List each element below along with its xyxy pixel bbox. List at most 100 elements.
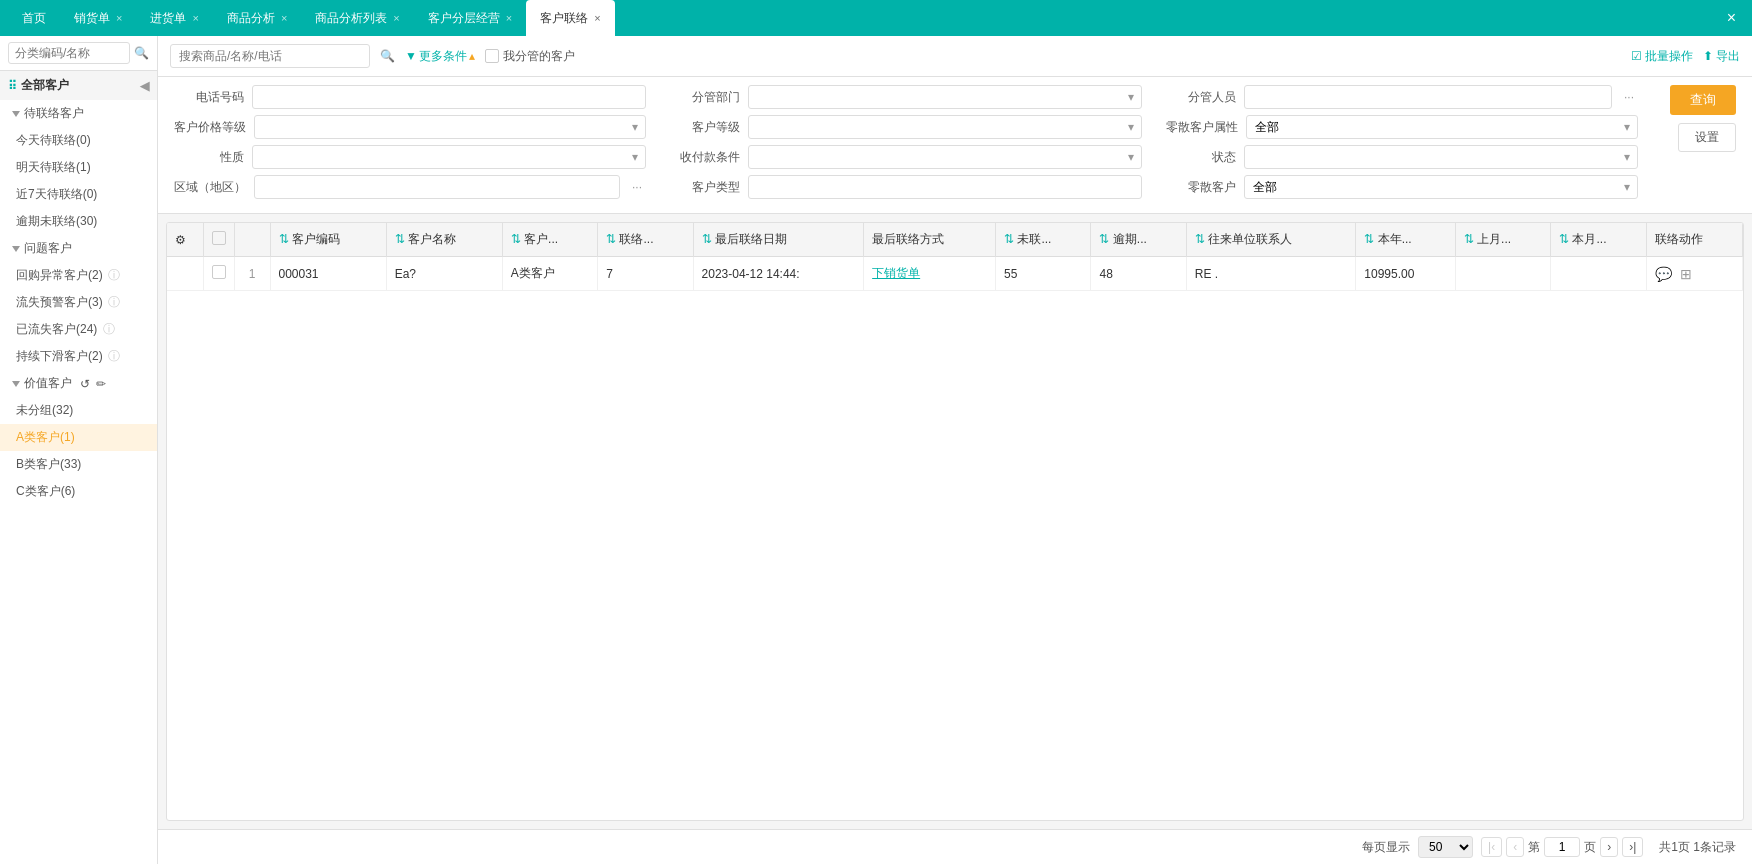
header-checkbox[interactable] [212, 231, 226, 245]
sidebar-repurchase-abnormal[interactable]: 回购异常客户(2) ⓘ [0, 262, 157, 289]
dept-select[interactable] [748, 85, 1142, 109]
filter-search-icon[interactable]: 🔍 [380, 49, 395, 63]
nav-tab-analysis[interactable]: 商品分析 × [213, 0, 301, 36]
row-checkbox-cell[interactable] [203, 257, 234, 291]
collapse-icon: ◀ [140, 79, 149, 93]
query-button[interactable]: 查询 [1670, 85, 1736, 115]
row-level-cell: A类客户 [502, 257, 597, 291]
sidebar-b-class[interactable]: B类客户(33) [0, 451, 157, 478]
nature-select[interactable] [252, 145, 646, 169]
page-input[interactable] [1544, 837, 1580, 857]
nav-tab-customer-tier[interactable]: 客户分层经营 × [414, 0, 526, 36]
name-col-header[interactable]: ⇅ 客户名称 [386, 223, 502, 257]
checkbox-col-header[interactable] [203, 223, 234, 257]
payment-select[interactable] [748, 145, 1142, 169]
nav-tab-home[interactable]: 首页 [8, 0, 60, 36]
phone-input[interactable] [252, 85, 646, 109]
export-icon: ⬆ [1703, 49, 1713, 63]
nav-tab-purchase[interactable]: 进货单 × [136, 0, 212, 36]
my-customers-check[interactable] [485, 49, 499, 63]
gear-col-header[interactable]: ⚙ [167, 223, 203, 257]
table-body: 1 000031 Ea? A类客户 7 [167, 257, 1743, 291]
batch-ops-btn[interactable]: ☑ 批量操作 [1631, 48, 1693, 65]
sidebar-declining[interactable]: 持续下滑客户(2) ⓘ [0, 343, 157, 370]
row-num-cell: 1 [234, 257, 270, 291]
close-customer-tier-tab[interactable]: × [506, 12, 512, 24]
this-month-col-header[interactable]: ⇅ 本月... [1551, 223, 1646, 257]
page-size-select[interactable]: 50 100 200 [1418, 836, 1473, 858]
region-input[interactable] [254, 175, 620, 199]
this-year-col-header[interactable]: ⇅ 本年... [1356, 223, 1455, 257]
sidebar-ungrouped[interactable]: 未分组(32) [0, 397, 157, 424]
code-col-header[interactable]: ⇅ 客户编码 [270, 223, 386, 257]
value-edit-icon[interactable]: ✏ [96, 377, 106, 391]
close-customer-contact-tab[interactable]: × [594, 12, 600, 24]
row-last-contact-method-cell[interactable]: 下销货单 [864, 257, 996, 291]
row-name-cell[interactable]: Ea? [386, 257, 502, 291]
sidebar-problem-customers-group[interactable]: 问题客户 [0, 235, 157, 262]
sort-icon-not: ⇅ [1004, 232, 1014, 246]
chat-icon[interactable]: 💬 [1655, 266, 1672, 282]
close-purchase-tab[interactable]: × [192, 12, 198, 24]
not-contact-col-header[interactable]: ⇅ 未联... [996, 223, 1091, 257]
level-col-header[interactable]: ⇅ 客户... [502, 223, 597, 257]
sort-icon-cp: ⇅ [1195, 232, 1205, 246]
nav-tab-customer-contact[interactable]: 客户联络 × [526, 0, 614, 36]
sidebar-all-customers[interactable]: ⠿ 全部客户 ◀ [0, 71, 157, 100]
prev-page-button[interactable]: ‹ [1506, 837, 1524, 857]
row-code-cell[interactable]: 000031 [270, 257, 386, 291]
last-page-button[interactable]: ›| [1622, 837, 1643, 857]
scatter-attr-field: 零散客户属性 全部 [1166, 115, 1638, 139]
region-dots[interactable]: ··· [628, 180, 646, 194]
sidebar-value-customers-group[interactable]: 价值客户 ↺ ✏ [0, 370, 157, 397]
close-analysis-list-tab[interactable]: × [393, 12, 399, 24]
last-month-col-header[interactable]: ⇅ 上月... [1455, 223, 1550, 257]
close-sales-tab[interactable]: × [116, 12, 122, 24]
setting-button[interactable]: 设置 [1678, 123, 1736, 152]
phone-label: 电话号码 [174, 89, 244, 106]
sidebar-c-class[interactable]: C类客户(6) [0, 478, 157, 505]
sidebar-overdue-pending[interactable]: 逾期未联络(30) [0, 208, 157, 235]
more-conditions-btn[interactable]: ▼ 更多条件 ▴ [405, 48, 475, 65]
person-dots[interactable]: ··· [1620, 90, 1638, 104]
sidebar-7days-pending[interactable]: 近7天待联络(0) [0, 181, 157, 208]
export-btn[interactable]: ⬆ 导出 [1703, 48, 1740, 65]
nature-field: 性质 [174, 145, 646, 169]
customer-level-select[interactable] [748, 115, 1142, 139]
nav-tab-analysis-list[interactable]: 商品分析列表 × [301, 0, 413, 36]
scatter-customer-select[interactable]: 全部 [1244, 175, 1638, 199]
customer-level-field: 客户等级 [670, 115, 1142, 139]
sidebar-churn-warning[interactable]: 流失预警客户(3) ⓘ [0, 289, 157, 316]
last-contact-date-col-header[interactable]: ⇅ 最后联络日期 [693, 223, 864, 257]
row-checkbox[interactable] [212, 265, 226, 279]
my-customers-checkbox[interactable]: 我分管的客户 [485, 48, 575, 65]
filter-row-4: 区域（地区） ··· 客户类型 零散客户 [174, 175, 1638, 199]
sidebar-tomorrow-pending[interactable]: 明天待联络(1) [0, 154, 157, 181]
sidebar-churned[interactable]: 已流失客户(24) ⓘ [0, 316, 157, 343]
value-refresh-icon[interactable]: ↺ [80, 377, 90, 391]
overdue-col-header[interactable]: ⇅ 逾期... [1091, 223, 1186, 257]
sidebar-a-class[interactable]: A类客户(1) [0, 424, 157, 451]
close-app-button[interactable]: × [1719, 9, 1744, 27]
person-input[interactable] [1244, 85, 1612, 109]
problem-expand-icon [12, 246, 20, 252]
last-contact-method-col-header[interactable]: 最后联络方式 [864, 223, 996, 257]
sidebar-today-pending[interactable]: 今天待联络(0) [0, 127, 157, 154]
search-input[interactable] [170, 44, 370, 68]
gear-icon[interactable]: ⚙ [175, 233, 186, 247]
sidebar-search-input[interactable] [8, 42, 130, 64]
contact-person-col-header[interactable]: ⇅ 往来单位联系人 [1186, 223, 1356, 257]
close-analysis-tab[interactable]: × [281, 12, 287, 24]
scatter-attr-select[interactable]: 全部 [1246, 115, 1638, 139]
customer-type-input[interactable] [748, 175, 1142, 199]
sidebar-search-icon[interactable]: 🔍 [134, 46, 149, 60]
next-page-button[interactable]: › [1600, 837, 1618, 857]
first-page-button[interactable]: |‹ [1481, 837, 1502, 857]
status-select[interactable] [1244, 145, 1638, 169]
contact-count-col-header[interactable]: ⇅ 联络... [598, 223, 693, 257]
page-suffix: 页 [1584, 839, 1596, 856]
price-level-select[interactable] [254, 115, 646, 139]
qr-icon[interactable]: ⊞ [1680, 266, 1692, 282]
sidebar-pending-contact-group[interactable]: 待联络客户 [0, 100, 157, 127]
nav-tab-sales[interactable]: 销货单 × [60, 0, 136, 36]
